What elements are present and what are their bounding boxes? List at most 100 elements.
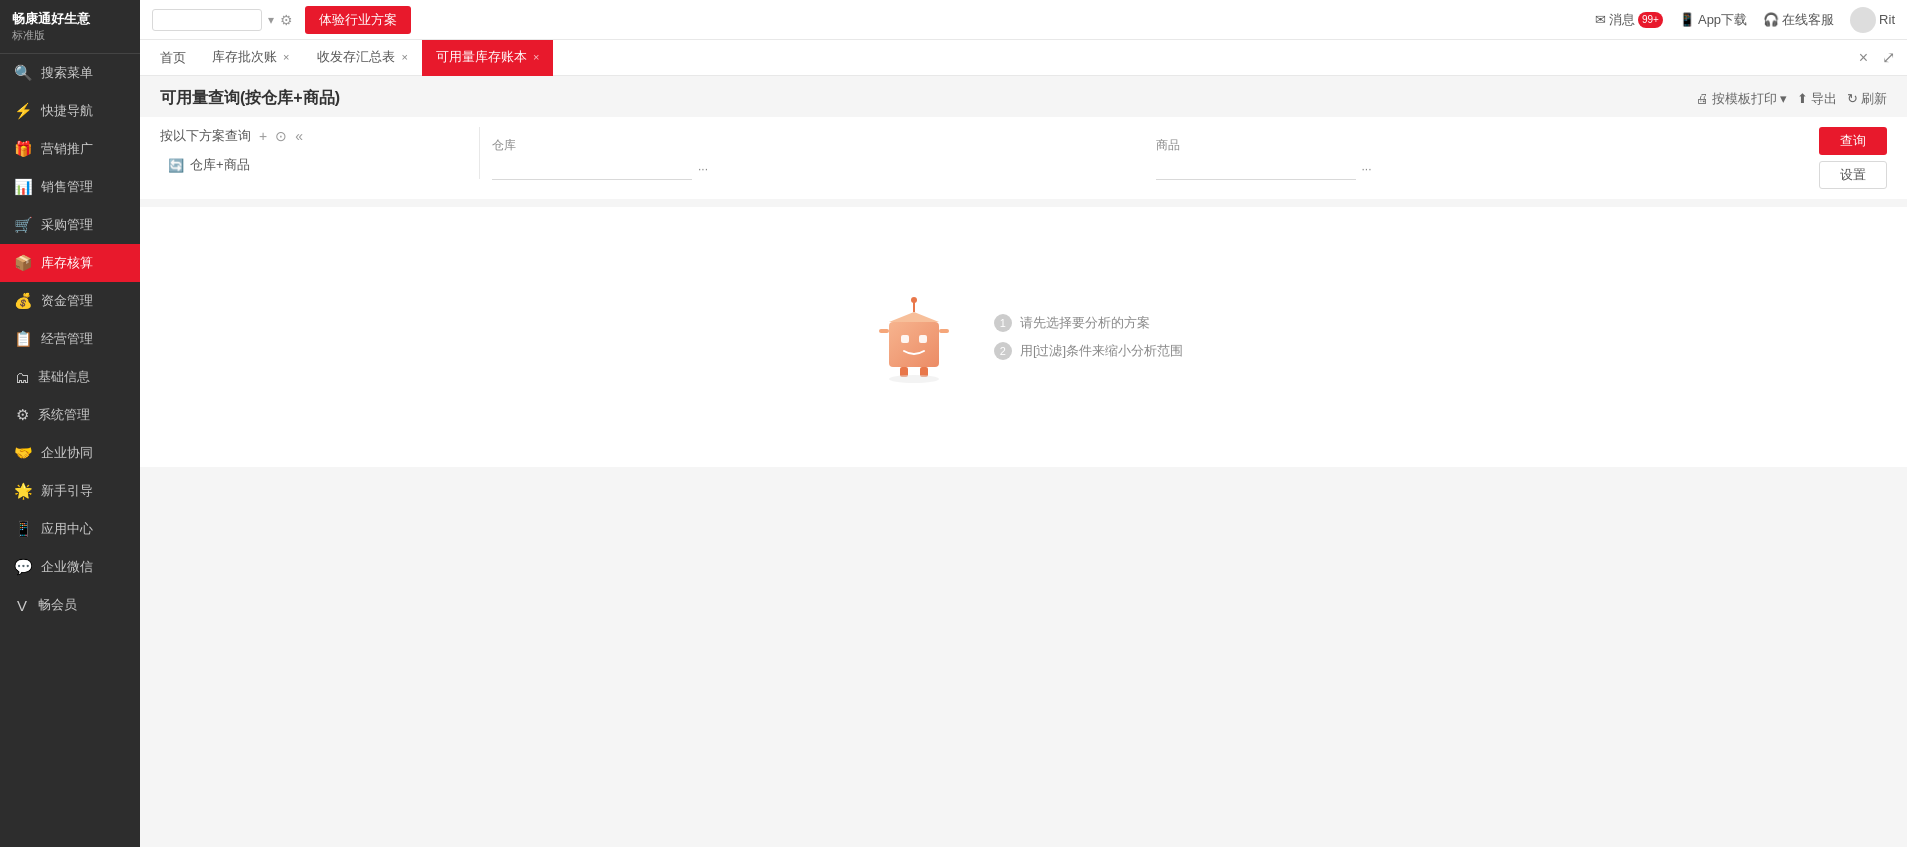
- brand-sub: 标准版: [12, 28, 128, 43]
- online-service-link[interactable]: 🎧 在线客服: [1763, 11, 1834, 29]
- svg-rect-1: [901, 335, 909, 343]
- collapse-scheme-icon[interactable]: «: [295, 128, 303, 144]
- topbar-arrow-icon[interactable]: ▾: [268, 13, 274, 27]
- tab-0[interactable]: 库存批次账 ×: [198, 40, 303, 76]
- settings-button[interactable]: 设置: [1819, 161, 1887, 189]
- filter-area: 按以下方案查询 + ⊙ « 🔄 仓库+商品 仓库 ···: [140, 117, 1907, 199]
- sidebar-icon-inventory: 📦: [14, 254, 33, 272]
- sidebar-item-operations[interactable]: 📋经营管理: [0, 320, 140, 358]
- sidebar-item-appstore[interactable]: 📱应用中心: [0, 510, 140, 548]
- industry-solution-button[interactable]: 体验行业方案: [305, 6, 411, 34]
- svg-point-9: [889, 375, 939, 383]
- refresh-action[interactable]: ↻ 刷新: [1847, 90, 1887, 108]
- filter-scheme-label: 按以下方案查询: [160, 127, 251, 145]
- tab-2[interactable]: 可用量库存账本×: [422, 40, 553, 76]
- window-expand-icon[interactable]: ⤢: [1878, 48, 1899, 67]
- svg-rect-5: [879, 329, 889, 333]
- tab-1[interactable]: 收发存汇总表×: [303, 40, 421, 76]
- topbar-gear-icon[interactable]: ⚙: [280, 12, 293, 28]
- topbar-search-input[interactable]: [152, 9, 262, 31]
- print-action[interactable]: 🖨 按模板打印 ▾: [1696, 90, 1787, 108]
- user-avatar[interactable]: Rit: [1850, 7, 1895, 33]
- step-num-1: 1: [994, 314, 1012, 332]
- filter-goods-field: 商品 ···: [1156, 137, 1800, 180]
- sidebar-item-member[interactable]: V畅会员: [0, 586, 140, 624]
- settings-scheme-icon[interactable]: ⊙: [275, 128, 287, 144]
- sidebar-icon-finance: 💰: [14, 292, 33, 310]
- page-title: 可用量查询(按仓库+商品): [160, 88, 340, 109]
- empty-step-1: 1 请先选择要分析的方案: [994, 314, 1183, 332]
- step-num-2: 2: [994, 342, 1012, 360]
- sidebar-item-quicknav[interactable]: ⚡快捷导航: [0, 92, 140, 130]
- filter-left-panel: 按以下方案查询 + ⊙ « 🔄 仓库+商品: [160, 127, 480, 179]
- topbar: ▾ ⚙ 体验行业方案 ✉ 消息 99+ 📱 App下载 🎧 在线客服 Rit: [140, 0, 1907, 40]
- page-actions: 🖨 按模板打印 ▾ ⬆ 导出 ↻ 刷新: [1696, 90, 1887, 108]
- sidebar-label-purchase: 采购管理: [41, 216, 93, 234]
- add-scheme-icon[interactable]: +: [259, 128, 267, 144]
- filter-goods-input[interactable]: [1156, 158, 1356, 180]
- main-area: ▾ ⚙ 体验行业方案 ✉ 消息 99+ 📱 App下载 🎧 在线客服 Rit: [140, 0, 1907, 847]
- print-icon: 🖨: [1696, 91, 1709, 106]
- sidebar-item-search[interactable]: 🔍搜索菜单: [0, 54, 140, 92]
- query-button[interactable]: 查询: [1819, 127, 1887, 155]
- sidebar-item-wechat[interactable]: 💬 企业微信: [0, 548, 140, 586]
- sidebar-item-finance[interactable]: 💰 资金管理: [0, 282, 140, 320]
- scheme-item-label: 仓库+商品: [190, 156, 250, 174]
- sidebar-item-basic[interactable]: 🗂基础信息: [0, 358, 140, 396]
- refresh-icon: ↻: [1847, 91, 1858, 106]
- window-close-icon[interactable]: ×: [1855, 49, 1872, 67]
- notification-badge: 99+: [1638, 12, 1663, 28]
- tab-close-0[interactable]: ×: [283, 51, 289, 63]
- sidebar-scroll: 🔍搜索菜单⚡快捷导航🎁营销推广📊销售管理🛒采购管理 📦 库存核算 💰 资金管理 📋经营管理…: [0, 54, 140, 847]
- notification-link[interactable]: ✉ 消息 99+: [1595, 11, 1663, 29]
- sidebar-item-sales[interactable]: 📊销售管理: [0, 168, 140, 206]
- svg-point-4: [911, 297, 917, 303]
- topbar-search-wrap: ▾ ⚙: [152, 9, 297, 31]
- phone-icon: 📱: [1679, 12, 1695, 27]
- export-action[interactable]: ⬆ 导出: [1797, 90, 1837, 108]
- sidebar-item-newbie[interactable]: 🌟新手引导: [0, 472, 140, 510]
- sidebar-icon-marketing: 🎁: [14, 140, 33, 158]
- app-download-link[interactable]: 📱 App下载: [1679, 11, 1747, 29]
- empty-state-inner: 1 请先选择要分析的方案 2 用[过滤]条件来缩小分析范围: [864, 287, 1183, 387]
- sidebar-label-wechat: 企业微信: [41, 558, 93, 576]
- sidebar-item-purchase[interactable]: 🛒采购管理: [0, 206, 140, 244]
- filter-warehouse-more-icon[interactable]: ···: [698, 162, 708, 176]
- filter-goods-more-icon[interactable]: ···: [1362, 162, 1372, 176]
- sidebar-item-system[interactable]: ⚙ 系统管理: [0, 396, 140, 434]
- tab-close-1[interactable]: ×: [401, 51, 407, 63]
- sidebar-icon-wechat: 💬: [14, 558, 33, 576]
- tab-home[interactable]: 首页: [148, 49, 198, 67]
- empty-step-2: 2 用[过滤]条件来缩小分析范围: [994, 342, 1183, 360]
- filter-goods-label: 商品: [1156, 137, 1800, 154]
- sidebar-icon-operations: 📋: [14, 330, 33, 348]
- brand-name: 畅康通好生意: [12, 10, 128, 28]
- user-name: Rit: [1879, 12, 1895, 27]
- tab-label-0: 库存批次账: [212, 48, 277, 66]
- avatar: [1850, 7, 1876, 33]
- filter-warehouse-input[interactable]: [492, 158, 692, 180]
- tab-close-2[interactable]: ×: [533, 51, 539, 63]
- message-icon: ✉: [1595, 12, 1606, 27]
- svg-rect-6: [939, 329, 949, 333]
- sidebar-label-member: 畅会员: [38, 596, 77, 614]
- sidebar-item-inventory[interactable]: 📦 库存核算: [0, 244, 140, 282]
- sidebar-icon-system: ⚙: [14, 406, 30, 424]
- topbar-right: ✉ 消息 99+ 📱 App下载 🎧 在线客服 Rit: [1595, 7, 1895, 33]
- filter-warehouse-field: 仓库 ···: [492, 137, 1136, 180]
- empty-state: 1 请先选择要分析的方案 2 用[过滤]条件来缩小分析范围: [140, 207, 1907, 467]
- sidebar-label-finance: 资金管理: [41, 292, 93, 310]
- sidebar-icon-search: 🔍: [14, 64, 33, 82]
- sidebar-icon-sales: 📊: [14, 178, 33, 196]
- sidebar-icon-quicknav: ⚡: [14, 102, 33, 120]
- sidebar-item-enterprise[interactable]: 🤝企业协同: [0, 434, 140, 472]
- filter-warehouse-label: 仓库: [492, 137, 1136, 154]
- sidebar-label-system: 系统管理: [38, 406, 90, 424]
- print-arrow-icon: ▾: [1780, 91, 1787, 106]
- sidebar-label-basic: 基础信息: [38, 368, 90, 386]
- filter-goods-input-row: ···: [1156, 158, 1800, 180]
- sidebar-item-marketing[interactable]: 🎁营销推广: [0, 130, 140, 168]
- sidebar-label-inventory: 库存核算: [41, 254, 93, 272]
- scheme-item-warehouse-goods[interactable]: 🔄 仓库+商品: [160, 151, 467, 179]
- filter-right-panel: 仓库 ··· 商品 ··· 查询 设置: [492, 127, 1887, 189]
